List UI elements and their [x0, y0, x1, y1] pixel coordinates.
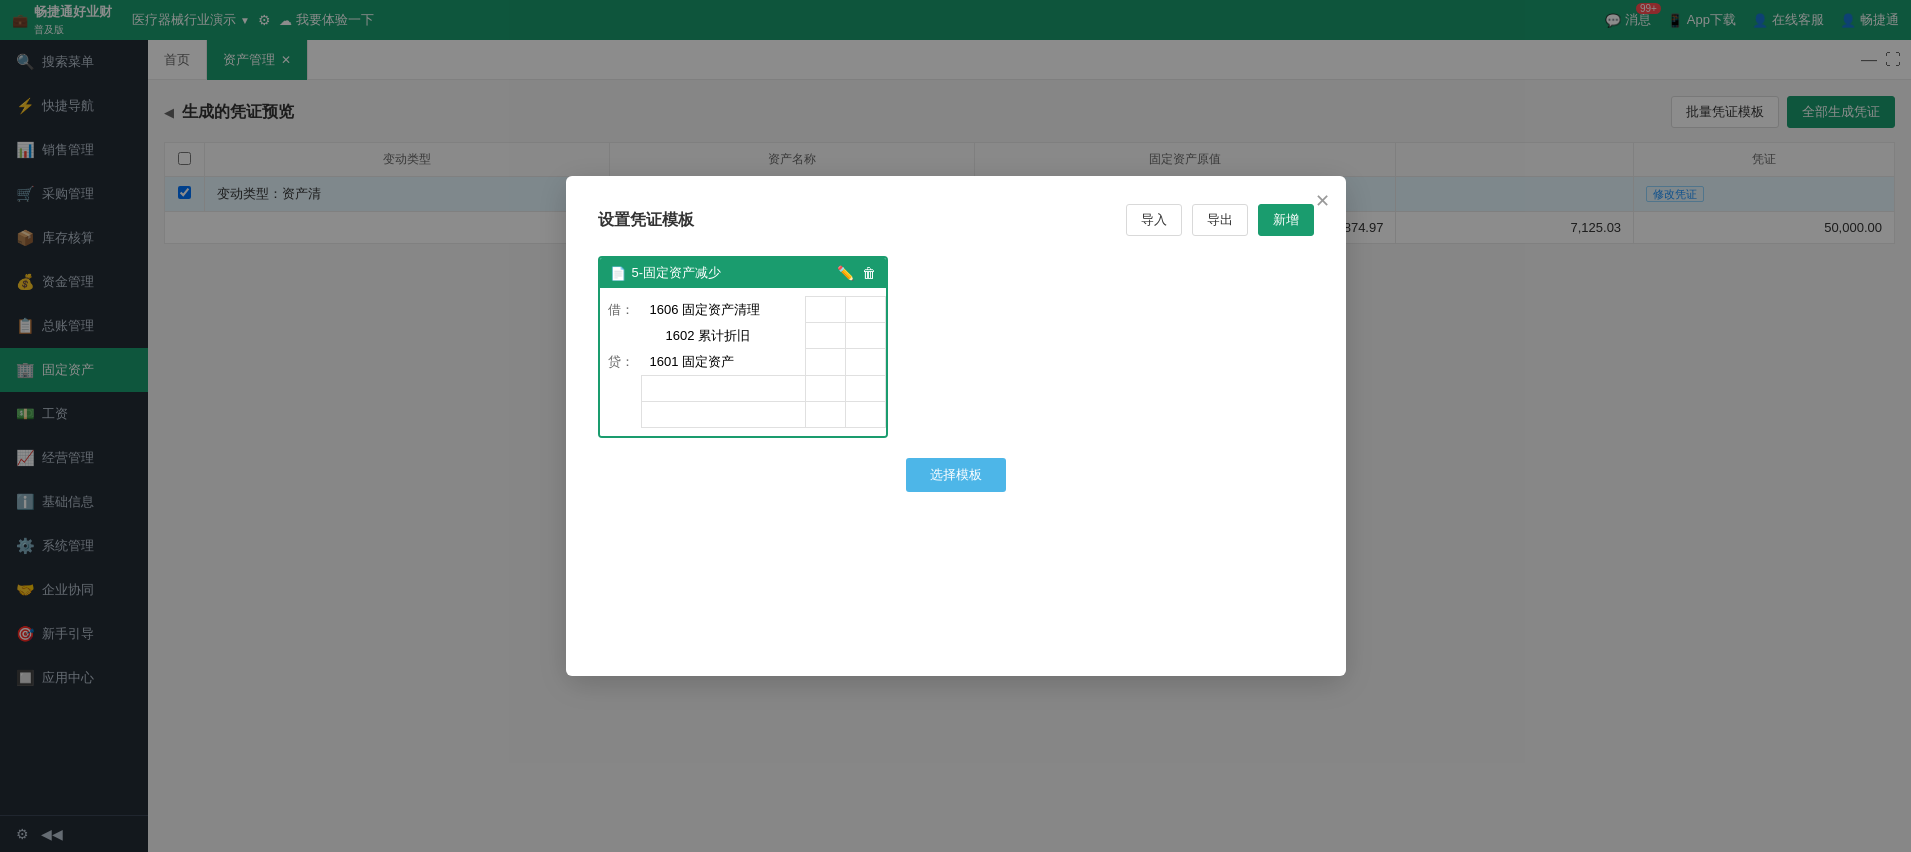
entry-debit-col-3	[805, 349, 845, 376]
template-card-header-actions: ✏️ 🗑	[837, 265, 876, 281]
entry-debit-col-2	[805, 323, 845, 349]
entry-credit-col-2	[845, 323, 885, 349]
empty-1	[600, 375, 642, 401]
empty-3	[805, 375, 845, 401]
template-entries-table: 借： 1606 固定资产清理 1602 累计折旧 贷：	[600, 296, 886, 428]
template-edit-icon[interactable]: ✏️	[837, 265, 854, 281]
modal-close-btn[interactable]: ✕	[1315, 190, 1330, 212]
modal-title: 设置凭证模板	[598, 210, 694, 231]
entry-code-2: 1602 累计折旧	[642, 323, 806, 349]
empty-6	[642, 401, 806, 427]
empty-7	[805, 401, 845, 427]
entry-type-label-1: 借：	[600, 297, 642, 323]
export-btn[interactable]: 导出	[1192, 204, 1248, 236]
entry-type-label-2	[600, 323, 642, 349]
empty-2	[642, 375, 806, 401]
modal-set-template: ✕ 设置凭证模板 导入 导出 新增 📄 5-固定资产减少 ✏️ 🗑	[566, 176, 1346, 676]
entry-credit-col-1	[845, 297, 885, 323]
template-delete-icon[interactable]: 🗑	[862, 265, 876, 281]
entry-code-1: 1606 固定资产清理	[642, 297, 806, 323]
entry-code-3: 1601 固定资产	[642, 349, 806, 376]
empty-5	[600, 401, 642, 427]
select-template-btn[interactable]: 选择模板	[906, 458, 1006, 492]
template-card-body: 借： 1606 固定资产清理 1602 累计折旧 贷：	[600, 288, 886, 436]
template-entry-debit-2: 1602 累计折旧	[600, 323, 886, 349]
new-btn[interactable]: 新增	[1258, 204, 1314, 236]
entry-credit-col-3	[845, 349, 885, 376]
modal-header-actions: 导入 导出 新增	[1126, 204, 1314, 236]
template-card: 📄 5-固定资产减少 ✏️ 🗑 借： 1606 固定资产清理	[598, 256, 888, 438]
entry-type-label-3: 贷：	[600, 349, 642, 376]
template-empty-row-1	[600, 375, 886, 401]
entry-debit-col-1	[805, 297, 845, 323]
import-btn[interactable]: 导入	[1126, 204, 1182, 236]
empty-8	[845, 401, 885, 427]
modal-body: 📄 5-固定资产减少 ✏️ 🗑 借： 1606 固定资产清理	[598, 256, 1314, 492]
template-title: 5-固定资产减少	[632, 264, 722, 282]
modal-header: 设置凭证模板 导入 导出 新增	[598, 204, 1314, 236]
template-entry-debit-1: 借： 1606 固定资产清理	[600, 297, 886, 323]
empty-4	[845, 375, 885, 401]
template-doc-icon: 📄	[610, 266, 626, 281]
template-entry-credit-1: 贷： 1601 固定资产	[600, 349, 886, 376]
template-empty-row-2	[600, 401, 886, 427]
template-card-header: 📄 5-固定资产减少 ✏️ 🗑	[600, 258, 886, 288]
